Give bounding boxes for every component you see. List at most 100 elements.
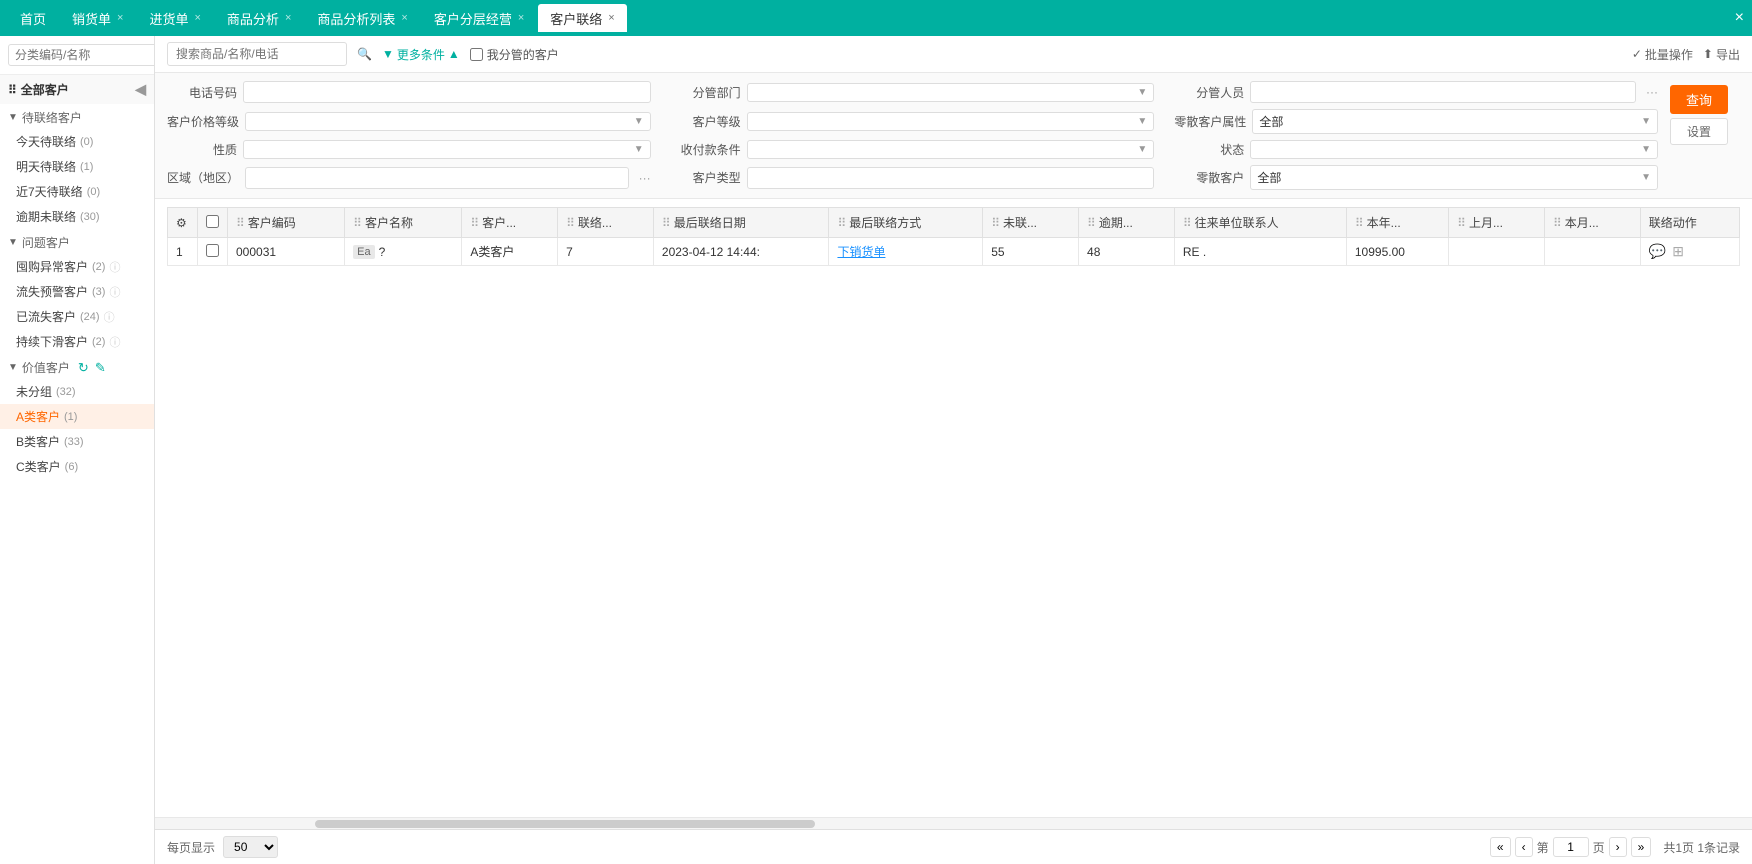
collapse-sidebar-icon[interactable]: ◀	[135, 81, 146, 98]
th-gear[interactable]: ⚙	[168, 208, 198, 238]
more-filters-button[interactable]: ▼ 更多条件 ▲	[382, 46, 460, 63]
search-btn-icon[interactable]: 🔍	[357, 47, 372, 61]
unclassified-label: 未分组	[16, 383, 52, 400]
sidebar-item-a-class[interactable]: A类客户 (1)	[0, 404, 154, 429]
row-checkbox[interactable]	[206, 244, 219, 257]
message-action-icon[interactable]: 💬	[1649, 243, 1666, 260]
close-product-analysis-icon[interactable]: ×	[285, 12, 291, 24]
sidebar-item-churned[interactable]: 已流失客户 (24) ⓘ	[0, 304, 154, 329]
value-customers-group[interactable]: ▼ 价值客户 ↻ ✎	[0, 354, 154, 379]
th-name[interactable]: ⠿客户名称	[345, 208, 462, 238]
nature-select[interactable]: ▼	[243, 140, 651, 159]
info-abnormal-icon[interactable]: ⓘ	[109, 259, 120, 275]
prev-page-button[interactable]: ‹	[1515, 837, 1533, 857]
close-sales-icon[interactable]: ×	[117, 12, 123, 24]
contact-method-link[interactable]: 下销货单	[837, 245, 885, 259]
tab-product-list[interactable]: 商品分析列表 ×	[305, 4, 419, 32]
check-cell[interactable]	[198, 238, 228, 266]
tab-sales[interactable]: 销货单 ×	[60, 4, 135, 32]
th-this-year[interactable]: ⠿本年...	[1346, 208, 1448, 238]
sidebar-item-unclassified[interactable]: 未分组 (32)	[0, 379, 154, 404]
th-not-contacted[interactable]: ⠿未联...	[983, 208, 1079, 238]
pending-contact-group[interactable]: ▼ 待联络客户	[0, 104, 154, 129]
close-customer-tier-icon[interactable]: ×	[518, 12, 524, 24]
sidebar-search-input[interactable]	[8, 44, 155, 66]
scrollbar-thumb[interactable]	[315, 820, 815, 828]
th-overdue[interactable]: ⠿逾期...	[1079, 208, 1175, 238]
query-button[interactable]: 查询	[1670, 85, 1728, 114]
edit-value-icon[interactable]: ✎	[95, 360, 106, 376]
page-number-input[interactable]	[1553, 837, 1589, 857]
th-last-contact-date[interactable]: ⠿最后联络日期	[653, 208, 829, 238]
customer-type-input[interactable]	[747, 167, 1155, 189]
refresh-value-icon[interactable]: ↻	[78, 360, 89, 376]
th-last-month[interactable]: ⠿上月...	[1449, 208, 1545, 238]
first-page-button[interactable]: «	[1490, 837, 1511, 857]
dept-select[interactable]: ▼	[747, 83, 1155, 102]
grid-icon: ⠿	[8, 83, 17, 97]
tab-home[interactable]: 首页	[8, 4, 58, 32]
person-dots-icon[interactable]: ···	[1646, 85, 1658, 99]
close-customer-contact-icon[interactable]: ×	[608, 12, 614, 24]
th-this-month[interactable]: ⠿本月...	[1544, 208, 1640, 238]
sidebar-item-abnormal[interactable]: 囤购异常客户 (2) ⓘ	[0, 254, 154, 279]
tab-purchase[interactable]: 进货单 ×	[137, 4, 212, 32]
today-contact-label: 今天待联络	[16, 133, 76, 150]
sidebar-item-churn-warning[interactable]: 流失预警客户 (3) ⓘ	[0, 279, 154, 304]
my-customers-check[interactable]	[470, 48, 483, 61]
page-size-select[interactable]: 50 100 200	[223, 836, 278, 858]
close-product-list-icon[interactable]: ×	[401, 12, 407, 24]
settings-button[interactable]: 设置	[1670, 118, 1728, 145]
scatter-attr-select[interactable]: 全部 ▼	[1252, 109, 1658, 134]
batch-op-button[interactable]: ✓ 批量操作	[1632, 46, 1693, 63]
close-purchase-icon[interactable]: ×	[194, 12, 200, 24]
sidebar-item-today-contact[interactable]: 今天待联络 (0)	[0, 129, 154, 154]
info-declining-icon[interactable]: ⓘ	[109, 334, 120, 350]
tab-customer-contact[interactable]: 客户联络 ×	[538, 4, 626, 32]
close-window-button[interactable]: ×	[1735, 9, 1744, 27]
all-customers-header[interactable]: ⠿ 全部客户 ◀	[0, 75, 154, 104]
price-level-select[interactable]: ▼	[245, 112, 651, 131]
purchase-label: 进货单	[149, 9, 188, 28]
status-select[interactable]: ▼	[1250, 140, 1658, 159]
pagination-bar: 每页显示 50 100 200 « ‹ 第 页 › » 共1页 1条记录	[155, 829, 1752, 864]
grid-action-icon[interactable]: ⊞	[1672, 243, 1684, 260]
sidebar-item-week-contact[interactable]: 近7天待联络 (0)	[0, 179, 154, 204]
region-dots-icon[interactable]: ···	[639, 171, 651, 185]
payment-select[interactable]: ▼	[747, 140, 1155, 159]
person-input[interactable]	[1250, 81, 1636, 103]
region-input[interactable]	[245, 167, 629, 189]
sidebar-item-declining[interactable]: 持续下滑客户 (2) ⓘ	[0, 329, 154, 354]
sidebar-item-b-class[interactable]: B类客户 (33)	[0, 429, 154, 454]
sidebar-item-c-class[interactable]: C类客户 (6)	[0, 454, 154, 479]
tab-customer-tier[interactable]: 客户分层经营 ×	[422, 4, 536, 32]
arrow-down-icon: ▼	[8, 112, 18, 123]
sidebar-item-tomorrow-contact[interactable]: 明天待联络 (1)	[0, 154, 154, 179]
th-last-contact-method[interactable]: ⠿最后联络方式	[829, 208, 983, 238]
main-search-input[interactable]	[167, 42, 347, 66]
sidebar-item-overdue-contact[interactable]: 逾期未联络 (30)	[0, 204, 154, 229]
last-page-button[interactable]: »	[1631, 837, 1652, 857]
last-contact-method-cell[interactable]: 下销货单	[829, 238, 983, 266]
export-button[interactable]: ⬆ 导出	[1703, 46, 1740, 63]
my-customers-checkbox[interactable]: 我分管的客户	[470, 46, 559, 63]
next-page-button[interactable]: ›	[1609, 837, 1627, 857]
th-contact[interactable]: ⠿联络...	[558, 208, 654, 238]
phone-input[interactable]	[243, 81, 651, 103]
scatter-select[interactable]: 全部 ▼	[1250, 165, 1658, 190]
th-check[interactable]	[198, 208, 228, 238]
tab-product-analysis[interactable]: 商品分析 ×	[215, 4, 303, 32]
th-contact-person[interactable]: ⠿往来单位联系人	[1174, 208, 1346, 238]
th-customer-type[interactable]: ⠿客户...	[462, 208, 558, 238]
filter-nature: 性质 ▼	[167, 140, 651, 159]
name-badge: Ea	[353, 245, 374, 259]
problem-customers-group[interactable]: ▼ 问题客户	[0, 229, 154, 254]
person-label: 分管人员	[1174, 84, 1244, 101]
select-all-checkbox[interactable]	[206, 215, 219, 228]
th-code[interactable]: ⠿客户编码	[228, 208, 345, 238]
value-customers-label: 价值客户	[22, 359, 70, 376]
horizontal-scrollbar[interactable]	[155, 817, 1752, 829]
info-churned-icon[interactable]: ⓘ	[104, 309, 115, 325]
customer-level-select[interactable]: ▼	[747, 112, 1155, 131]
info-churn-warning-icon[interactable]: ⓘ	[109, 284, 120, 300]
